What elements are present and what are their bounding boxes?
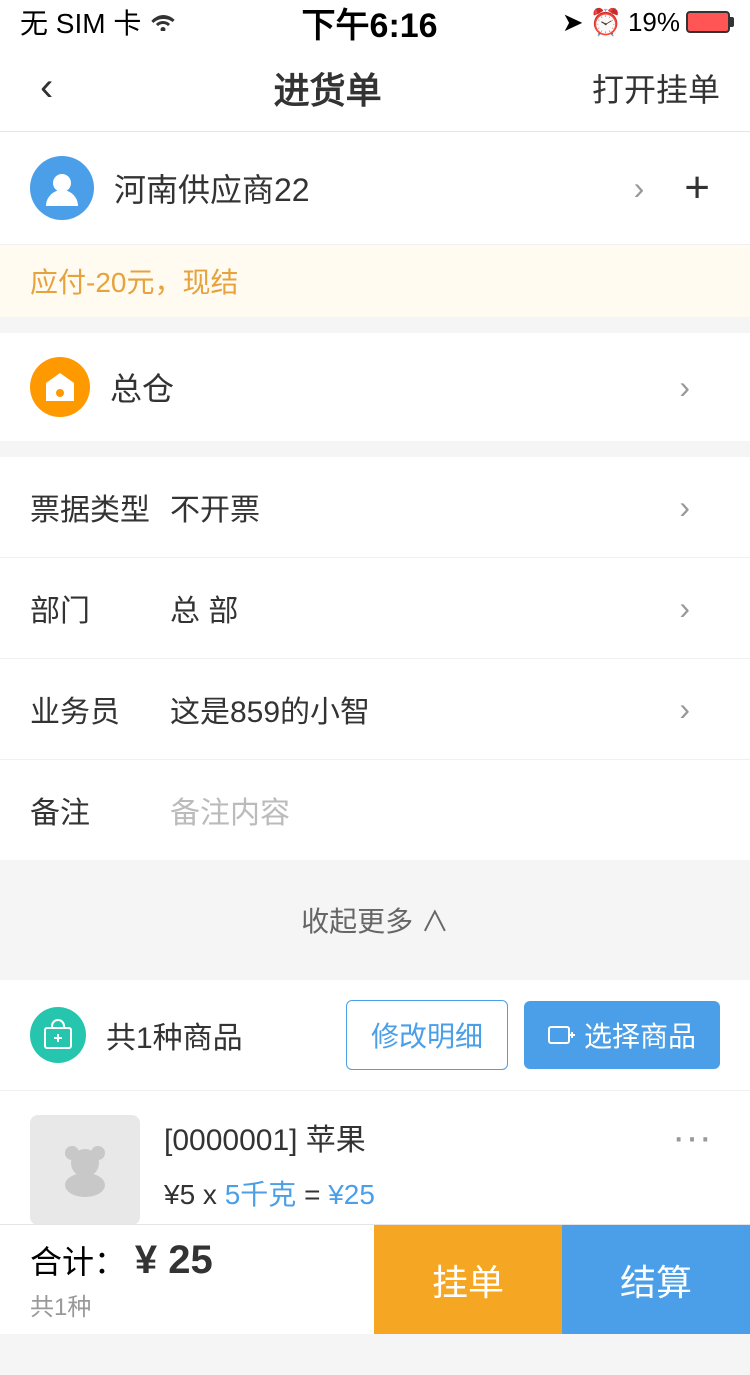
select-product-label: 选择商品 xyxy=(584,1015,696,1055)
notice-text: 应付-20元，现结 xyxy=(30,267,238,298)
remark-row[interactable]: 备注 备注内容 xyxy=(0,760,750,860)
form-section: 票据类型 不开票 › 部门 总 部 › 业务员 这是859的小智 › 备注 备注… xyxy=(0,457,750,860)
status-left: 无 SIM 卡 xyxy=(20,2,177,42)
department-value: 总 部 xyxy=(170,586,679,630)
select-product-button[interactable]: 选择商品 xyxy=(524,1001,720,1069)
page-title: 进货单 xyxy=(274,62,382,114)
supplier-chevron-icon: › xyxy=(634,170,645,207)
total-area: 合计： ¥ 25 共1种 xyxy=(0,1225,374,1334)
battery-percent: 19% xyxy=(628,7,680,38)
notice-bar: 应付-20元，现结 xyxy=(0,245,750,317)
warehouse-icon xyxy=(30,357,90,417)
remark-placeholder: 备注内容 xyxy=(170,788,720,832)
nav-bar: ‹ 进货单 打开挂单 xyxy=(0,44,750,132)
product-icon xyxy=(30,1007,86,1063)
location-icon: ➤ xyxy=(562,7,584,38)
department-chevron-icon: › xyxy=(679,590,690,627)
unit-price: ¥5 x xyxy=(164,1179,225,1210)
warehouse-chevron-icon: › xyxy=(679,369,690,406)
warehouse-name: 总仓 xyxy=(110,364,679,410)
product-section: 共1种商品 修改明细 选择商品 [0000001] 苹果 xyxy=(0,980,750,1249)
open-hang-button[interactable]: 打开挂单 xyxy=(592,65,720,111)
battery-icon xyxy=(686,11,730,33)
product-header: 共1种商品 修改明细 选择商品 xyxy=(0,980,750,1091)
more-options-button[interactable]: ··· xyxy=(664,1115,720,1160)
supplier-section: 河南供应商22 › + 应付-20元，现结 xyxy=(0,132,750,317)
warehouse-row[interactable]: 总仓 › xyxy=(0,333,750,441)
salesperson-chevron-icon: › xyxy=(679,691,690,728)
total-amount: ¥ 25 xyxy=(135,1238,213,1282)
checkout-button[interactable]: 结算 xyxy=(562,1225,750,1334)
product-count: 共1种商品 xyxy=(106,1013,346,1057)
supplier-avatar xyxy=(30,156,94,220)
time-label: 下午6:16 xyxy=(302,0,438,47)
total-row: 合计： ¥ 25 xyxy=(30,1237,344,1283)
supplier-name: 河南供应商22 xyxy=(114,165,634,211)
edit-detail-button[interactable]: 修改明细 xyxy=(346,1000,508,1070)
status-bar: 无 SIM 卡 下午6:16 ➤ ⏰ 19% xyxy=(0,0,750,44)
department-label: 部门 xyxy=(30,586,170,630)
invoice-type-value: 不开票 xyxy=(170,485,679,529)
back-button[interactable]: ‹ xyxy=(30,55,63,120)
bottom-bar: 合计： ¥ 25 共1种 挂单 结算 xyxy=(0,1224,750,1334)
supplier-row[interactable]: 河南供应商22 › + xyxy=(0,132,750,245)
carrier-label: 无 SIM 卡 xyxy=(20,2,141,42)
remark-label: 备注 xyxy=(30,788,170,832)
invoice-type-label: 票据类型 xyxy=(30,485,170,529)
add-button[interactable]: + xyxy=(674,163,720,213)
product-info: [0000001] 苹果 ¥5 x 5千克 = ¥25 xyxy=(164,1115,664,1213)
wifi-icon xyxy=(149,6,177,38)
product-thumbnail xyxy=(30,1115,140,1225)
equals: = xyxy=(304,1179,328,1210)
invoice-type-row[interactable]: 票据类型 不开票 › xyxy=(0,457,750,558)
total-price: ¥25 xyxy=(328,1179,375,1210)
total-count: 共1种 xyxy=(30,1287,344,1322)
department-row[interactable]: 部门 总 部 › xyxy=(0,558,750,659)
product-id: [0000001] xyxy=(164,1124,306,1157)
collapse-row[interactable]: 收起更多 ∧ xyxy=(0,876,750,964)
alarm-icon: ⏰ xyxy=(590,7,622,38)
product-price: ¥5 x 5千克 = ¥25 xyxy=(164,1173,664,1213)
product-name: [0000001] 苹果 xyxy=(164,1115,664,1159)
salesperson-row[interactable]: 业务员 这是859的小智 › xyxy=(0,659,750,760)
total-label: 合计： xyxy=(30,1244,126,1280)
quantity: 5千克 xyxy=(225,1179,297,1210)
salesperson-label: 业务员 xyxy=(30,687,170,731)
collapse-label: 收起更多 ∧ xyxy=(301,906,449,937)
warehouse-section: 总仓 › xyxy=(0,333,750,441)
salesperson-value: 这是859的小智 xyxy=(170,687,679,731)
product-title: 苹果 xyxy=(306,1124,366,1157)
status-right: ➤ ⏰ 19% xyxy=(562,7,730,38)
hang-button[interactable]: 挂单 xyxy=(374,1225,562,1334)
invoice-type-chevron-icon: › xyxy=(679,489,690,526)
